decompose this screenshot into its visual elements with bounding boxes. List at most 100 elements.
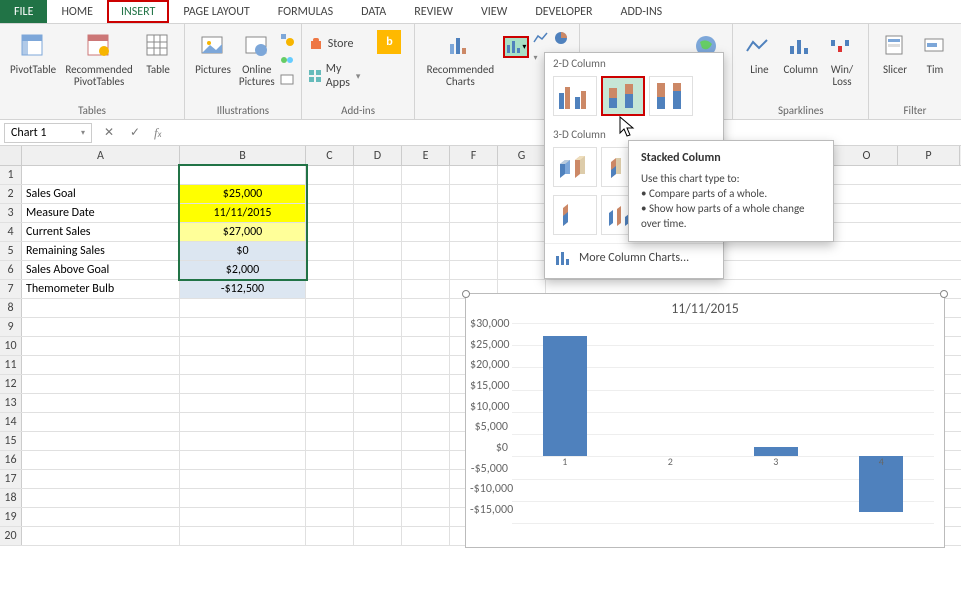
recommended-pivottables-button[interactable]: Recommended PivotTables bbox=[60, 28, 138, 90]
online-pictures-button[interactable]: Online Pictures bbox=[235, 28, 279, 90]
col-G[interactable]: G bbox=[498, 146, 546, 165]
col-A[interactable]: A bbox=[22, 146, 180, 165]
row-header[interactable]: 4 bbox=[0, 223, 22, 241]
col-D[interactable]: D bbox=[354, 146, 402, 165]
tab-data[interactable]: DATA bbox=[347, 0, 400, 23]
select-all-corner[interactable] bbox=[0, 146, 22, 165]
row-header[interactable]: 5 bbox=[0, 242, 22, 260]
row-header[interactable]: 9 bbox=[0, 318, 22, 336]
smartart-button[interactable] bbox=[279, 52, 295, 68]
tab-page-layout[interactable]: PAGE LAYOUT bbox=[169, 0, 263, 23]
row-header[interactable]: 2 bbox=[0, 185, 22, 203]
sparkline-column-button[interactable]: Column bbox=[779, 28, 822, 78]
cell[interactable]: Measure Date bbox=[22, 204, 180, 222]
pivottable-button[interactable]: PivotTable bbox=[6, 28, 60, 78]
smartart-icon bbox=[279, 52, 295, 68]
row-header[interactable]: 3 bbox=[0, 204, 22, 222]
tab-home[interactable]: HOME bbox=[47, 0, 107, 23]
cell[interactable] bbox=[22, 166, 180, 184]
y-axis-labels: $30,000$25,000$20,000$15,000$10,000$5,00… bbox=[470, 317, 508, 517]
col-E[interactable]: E bbox=[402, 146, 450, 165]
stacked-column-thumb[interactable] bbox=[601, 76, 645, 116]
tab-view[interactable]: VIEW bbox=[467, 0, 521, 23]
table-icon bbox=[142, 30, 174, 62]
store-icon bbox=[308, 36, 324, 52]
row-header[interactable]: 17 bbox=[0, 470, 22, 488]
tab-review[interactable]: REVIEW bbox=[400, 0, 467, 23]
tab-insert[interactable]: INSERT bbox=[107, 0, 169, 23]
fx-icon[interactable]: fx bbox=[148, 125, 162, 141]
more-charts-icon bbox=[555, 250, 571, 266]
clustered-column-thumb[interactable] bbox=[553, 76, 597, 116]
row-header[interactable]: 6 bbox=[0, 261, 22, 279]
embedded-chart[interactable]: 11/11/2015 $30,000$25,000$20,000$15,000$… bbox=[465, 293, 945, 548]
pictures-button[interactable]: Pictures bbox=[191, 28, 235, 78]
cell[interactable]: Remaining Sales bbox=[22, 242, 180, 260]
namebox-dropdown-icon[interactable]: ▾ bbox=[81, 128, 85, 138]
sparkline-column-icon bbox=[785, 30, 817, 62]
more-column-charts-button[interactable]: More Column Charts... bbox=[545, 243, 723, 272]
slicer-icon bbox=[879, 30, 911, 62]
3d-stacked100-thumb[interactable] bbox=[553, 195, 597, 235]
row-header[interactable]: 19 bbox=[0, 508, 22, 526]
col-C[interactable]: C bbox=[306, 146, 354, 165]
sparkline-winloss-icon bbox=[826, 30, 858, 62]
row-header[interactable]: 12 bbox=[0, 375, 22, 393]
cell[interactable]: Sales Above Goal bbox=[22, 261, 180, 279]
row-header[interactable]: 18 bbox=[0, 489, 22, 507]
col-F[interactable]: F bbox=[450, 146, 498, 165]
store-button[interactable]: Store bbox=[308, 36, 361, 52]
row-header[interactable]: 7 bbox=[0, 280, 22, 298]
screenshot-button[interactable] bbox=[279, 72, 295, 88]
tab-formulas[interactable]: FORMULAS bbox=[264, 0, 347, 23]
row-header[interactable]: 20 bbox=[0, 527, 22, 545]
cell[interactable]: Themometer Bulb bbox=[22, 280, 180, 298]
recommended-pivot-icon bbox=[83, 30, 115, 62]
my-apps-button[interactable]: My Apps ▾ bbox=[308, 62, 361, 90]
row-header[interactable]: 11 bbox=[0, 356, 22, 374]
timeline-button[interactable]: Tim bbox=[915, 28, 955, 78]
cell[interactable]: Current Sales bbox=[22, 223, 180, 241]
pivottable-icon bbox=[17, 30, 49, 62]
enter-formula-button[interactable]: ✓ bbox=[122, 122, 148, 144]
ribbon: PivotTable Recommended PivotTables Table… bbox=[0, 24, 961, 120]
chart-title[interactable]: 11/11/2015 bbox=[466, 294, 944, 323]
column-chart-icon bbox=[506, 39, 522, 55]
chart-tooltip: Stacked Column Use this chart type to: •… bbox=[628, 140, 834, 242]
tab-developer[interactable]: DEVELOPER bbox=[521, 0, 606, 23]
cell[interactable]: Sales Goal bbox=[22, 185, 180, 203]
cancel-formula-button[interactable]: ✕ bbox=[96, 122, 122, 144]
table-button[interactable]: Table bbox=[138, 28, 178, 78]
row-header[interactable]: 15 bbox=[0, 432, 22, 450]
line-chart-icon bbox=[533, 30, 549, 46]
recommended-charts-button[interactable]: Recommended Charts bbox=[421, 28, 499, 90]
col-B[interactable]: B bbox=[180, 146, 306, 165]
row-header[interactable]: 1 bbox=[0, 166, 22, 184]
insert-column-chart-button[interactable]: ▾ bbox=[503, 36, 529, 58]
name-box[interactable]: Chart 1▾ bbox=[4, 123, 92, 143]
row-header[interactable]: 10 bbox=[0, 337, 22, 355]
tab-addins[interactable]: ADD-INS bbox=[607, 0, 677, 23]
timeline-icon bbox=[919, 30, 951, 62]
row-header[interactable]: 14 bbox=[0, 413, 22, 431]
slicer-button[interactable]: Slicer bbox=[875, 28, 915, 78]
apps-icon bbox=[308, 68, 322, 84]
row-header[interactable]: 8 bbox=[0, 299, 22, 317]
col-O[interactable]: O bbox=[836, 146, 898, 165]
ribbon-tabs: FILE HOME INSERT PAGE LAYOUT FORMULAS DA… bbox=[0, 0, 961, 24]
cell[interactable]: -$12,500 bbox=[180, 280, 306, 298]
row-header[interactable]: 16 bbox=[0, 451, 22, 469]
tab-file[interactable]: FILE bbox=[0, 0, 47, 23]
shapes-icon bbox=[279, 32, 295, 48]
x-axis-labels: 1234 bbox=[512, 455, 934, 468]
online-pictures-icon bbox=[241, 30, 273, 62]
bing-icon: b bbox=[377, 30, 401, 54]
sparkline-line-button[interactable]: Line bbox=[739, 28, 779, 78]
col-P[interactable]: P bbox=[898, 146, 960, 165]
bing-maps-button[interactable]: b bbox=[370, 28, 408, 58]
row-header[interactable]: 13 bbox=[0, 394, 22, 412]
shapes-button[interactable] bbox=[279, 32, 295, 48]
sparkline-winloss-button[interactable]: Win/ Loss bbox=[822, 28, 862, 90]
stacked100-column-thumb[interactable] bbox=[649, 76, 693, 116]
3d-clustered-thumb[interactable] bbox=[553, 147, 597, 187]
